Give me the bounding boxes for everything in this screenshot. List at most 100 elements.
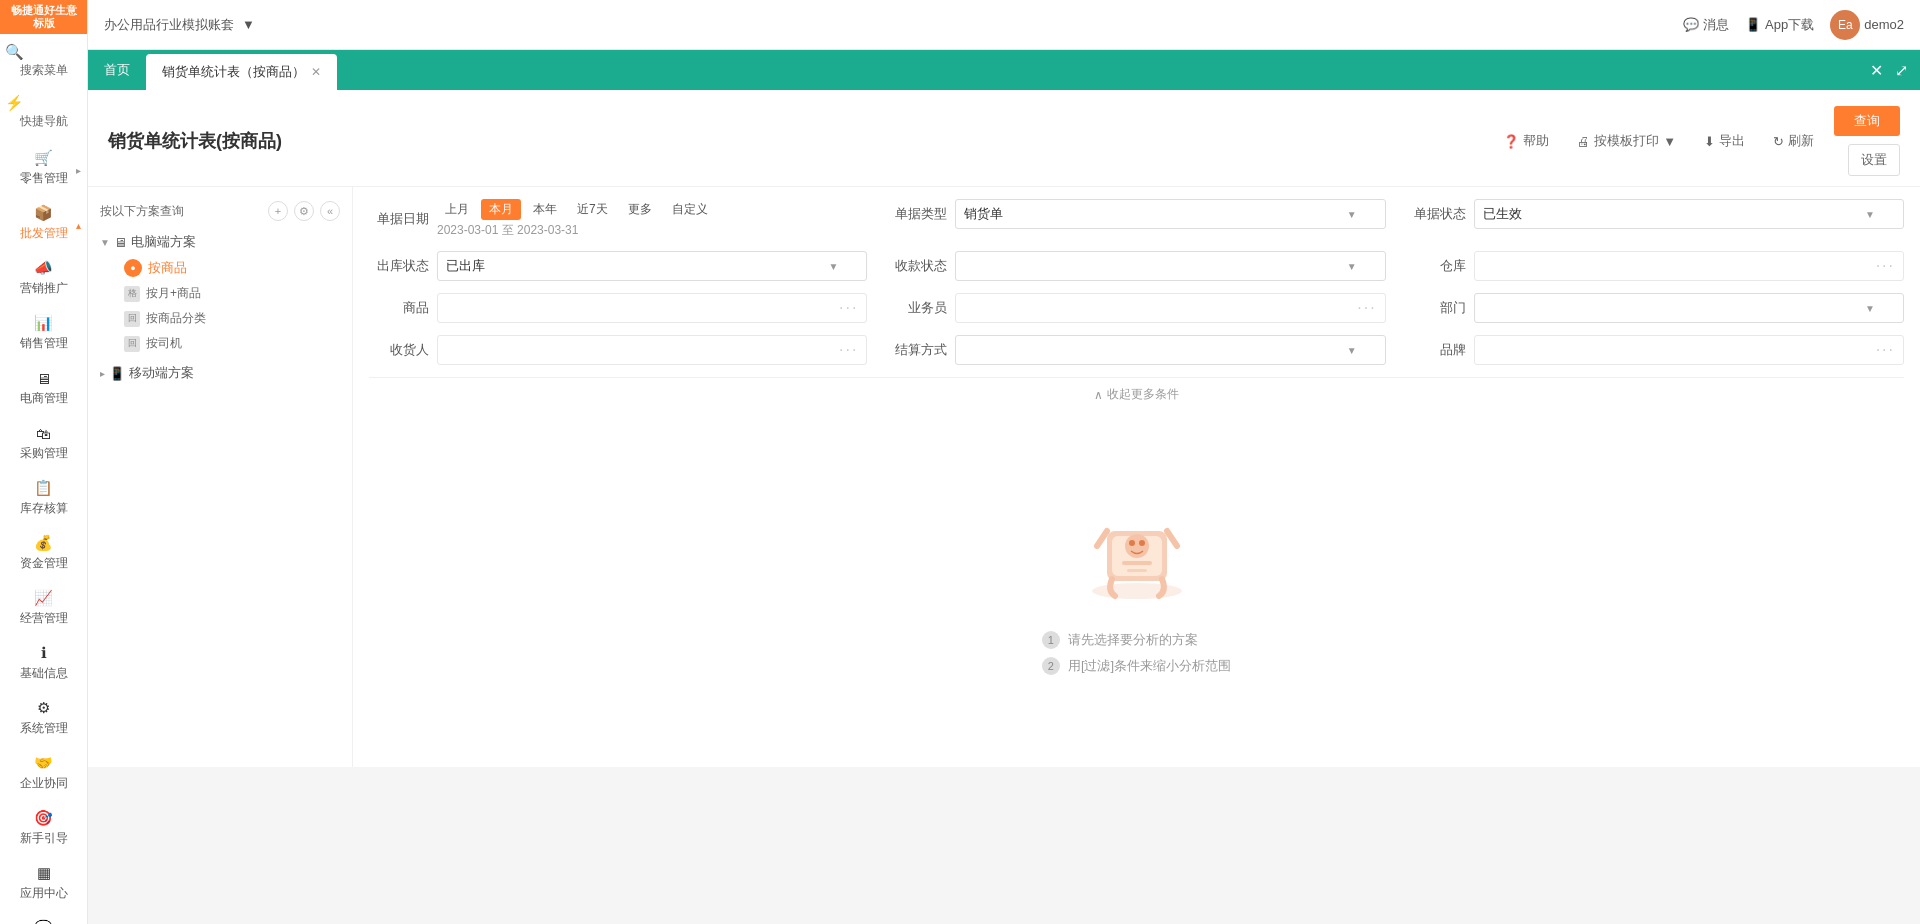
top-header: 办公用品行业模拟账套 ▼ 💬 消息 📱 App下载 Ea demo2 xyxy=(88,0,1920,50)
tab-close-window-btn[interactable]: ✕ xyxy=(1866,57,1887,84)
date-more[interactable]: 更多 xyxy=(620,199,660,220)
sidebar-item-finance[interactable]: 💰 资金管理 xyxy=(0,525,87,580)
department-select[interactable]: ▼ xyxy=(1474,293,1904,323)
print-label: 按模板打印 xyxy=(1594,132,1659,150)
quick-nav-item[interactable]: ⚡ 快捷导航 xyxy=(0,87,87,136)
breadcrumb: 办公用品行业模拟账套 ▼ xyxy=(104,16,255,34)
right-panel: 单据日期 上月 本月 本年 近7天 更多 自定义 20 xyxy=(353,187,1920,767)
salesperson-label: 业务员 xyxy=(887,299,947,317)
sidebar-item-basic-info[interactable]: ℹ 基础信息 xyxy=(0,635,87,690)
by-category-icon: 回 xyxy=(124,311,140,327)
sidebar-item-wechat[interactable]: 💬 企业微信 xyxy=(0,910,87,924)
pc-group-label: 电脑端方案 xyxy=(131,233,196,251)
mobile-group-label: 移动端方案 xyxy=(129,364,194,382)
svg-point-0 xyxy=(1092,583,1182,599)
sidebar-item-wholesale[interactable]: 📦 批发管理 ▴ xyxy=(0,195,87,250)
sidebar-item-system[interactable]: ⚙ 系统管理 xyxy=(0,690,87,745)
by-product-label: 按商品 xyxy=(148,259,187,277)
avatar: Ea xyxy=(1830,10,1860,40)
sidebar-item-ecommerce[interactable]: 🖥 电商管理 xyxy=(0,360,87,415)
collapse-up-icon: ∧ xyxy=(1094,388,1103,402)
date-this-year[interactable]: 本年 xyxy=(525,199,565,220)
sidebar-item-apps[interactable]: ▦ 应用中心 xyxy=(0,855,87,910)
print-btn[interactable]: 🖨 按模板打印 ▼ xyxy=(1569,128,1684,154)
username-label: demo2 xyxy=(1864,17,1904,32)
mobile-scheme-group[interactable]: ▸ 📱 移动端方案 xyxy=(88,360,352,386)
receive-status-select[interactable]: ▼ xyxy=(955,251,1385,281)
goods-dots: ··· xyxy=(839,299,858,317)
date-custom[interactable]: 自定义 xyxy=(664,199,716,220)
export-icon: ⬇ xyxy=(1704,134,1715,149)
query-button[interactable]: 查询 xyxy=(1834,106,1900,136)
warehouse-control: ··· xyxy=(1474,251,1904,281)
date-last-month[interactable]: 上月 xyxy=(437,199,477,220)
export-label: 导出 xyxy=(1719,132,1745,150)
sidebar-item-retail[interactable]: 🛒 零售管理 ▸ xyxy=(0,140,87,195)
sidebar-item-sales[interactable]: 📊 销售管理 xyxy=(0,305,87,360)
scheme-by-driver[interactable]: 回 按司机 xyxy=(88,331,352,356)
wholesale-icon: 📦 xyxy=(34,203,54,223)
content-area: 销货单统计表(按商品) ❓ 帮助 🖨 按模板打印 ▼ ⬇ 导出 xyxy=(88,90,1920,924)
refresh-icon: ↻ xyxy=(1773,134,1784,149)
date-last-7-days[interactable]: 近7天 xyxy=(569,199,616,220)
tab-sales-stats[interactable]: 销货单统计表（按商品） ✕ xyxy=(146,54,337,90)
scheme-by-product[interactable]: ● 按商品 xyxy=(88,255,352,281)
scheme-by-category[interactable]: 回 按商品分类 xyxy=(88,306,352,331)
tab-close-icon[interactable]: ✕ xyxy=(311,65,321,79)
warehouse-input[interactable]: ··· xyxy=(1474,251,1904,281)
brand-input[interactable]: ··· xyxy=(1474,335,1904,365)
pc-scheme-group[interactable]: ▼ 🖥 电脑端方案 xyxy=(88,229,352,255)
doc-status-control: 已生效 ▼ xyxy=(1474,199,1904,229)
quick-nav-label: 快捷导航 xyxy=(20,114,68,128)
doc-type-select[interactable]: 销货单 ▼ xyxy=(955,199,1385,229)
add-scheme-btn[interactable]: + xyxy=(268,201,288,221)
user-profile[interactable]: Ea demo2 xyxy=(1830,10,1904,40)
out-status-control: 已出库 ▼ xyxy=(437,251,867,281)
settlement-select[interactable]: ▼ xyxy=(955,335,1385,365)
filter-out-status: 出库状态 已出库 ▼ xyxy=(369,251,867,281)
tab-home[interactable]: 首页 xyxy=(88,50,146,90)
out-status-select[interactable]: 已出库 ▼ xyxy=(437,251,867,281)
date-this-month[interactable]: 本月 xyxy=(481,199,521,220)
breadcrumb-dropdown-icon[interactable]: ▼ xyxy=(242,17,255,32)
tab-expand-btn[interactable]: ⤢ xyxy=(1891,57,1912,84)
filter-goods: 商品 ··· xyxy=(369,293,867,323)
collapse-panel-btn[interactable]: « xyxy=(320,201,340,221)
tip-text-2: 用[过滤]条件来缩小分析范围 xyxy=(1068,657,1231,675)
scheme-by-month-product[interactable]: 格 按月+商品 xyxy=(88,281,352,306)
doc-status-label: 单据状态 xyxy=(1406,205,1466,223)
department-control: ▼ xyxy=(1474,293,1904,323)
settings-button[interactable]: 设置 xyxy=(1848,144,1900,176)
doc-status-select[interactable]: 已生效 ▼ xyxy=(1474,199,1904,229)
operations-icon: 📈 xyxy=(34,588,54,608)
collapse-filter-bar[interactable]: ∧ 收起更多条件 xyxy=(369,377,1904,411)
sidebar-item-guide[interactable]: 🎯 新手引导 xyxy=(0,800,87,855)
refresh-btn[interactable]: ↻ 刷新 xyxy=(1765,128,1822,154)
scheme-settings-btn[interactable]: ⚙ xyxy=(294,201,314,221)
guide-icon: 🎯 xyxy=(34,808,54,828)
guide-label: 新手引导 xyxy=(20,830,68,847)
sidebar-item-marketing[interactable]: 📣 营销推广 xyxy=(0,250,87,305)
goods-control: ··· xyxy=(437,293,867,323)
sidebar-item-operations[interactable]: 📈 经营管理 xyxy=(0,580,87,635)
filter-row-4: 收货人 ··· 结算方式 xyxy=(369,335,1904,365)
department-caret: ▼ xyxy=(1865,303,1875,314)
settlement-caret: ▼ xyxy=(1347,345,1357,356)
system-label: 系统管理 xyxy=(20,720,68,737)
receiver-label: 收货人 xyxy=(369,341,429,359)
ecommerce-icon: 🖥 xyxy=(34,368,54,388)
message-btn[interactable]: 💬 消息 xyxy=(1683,16,1729,34)
app-download-btn[interactable]: 📱 App下载 xyxy=(1745,16,1814,34)
filter-settlement: 结算方式 ▼ xyxy=(887,335,1385,365)
sidebar-item-purchase[interactable]: 🛍 采购管理 xyxy=(0,415,87,470)
goods-input[interactable]: ··· xyxy=(437,293,867,323)
receiver-input[interactable]: ··· xyxy=(437,335,867,365)
marketing-label: 营销推广 xyxy=(20,280,68,297)
help-btn[interactable]: ❓ 帮助 xyxy=(1495,128,1557,154)
sidebar-search-item[interactable]: 🔍 搜索菜单 xyxy=(0,34,87,87)
empty-tip-2: 2 用[过滤]条件来缩小分析范围 xyxy=(1042,657,1231,675)
salesperson-input[interactable]: ··· xyxy=(955,293,1385,323)
sidebar-item-inventory[interactable]: 📋 库存核算 xyxy=(0,470,87,525)
sidebar-item-enterprise[interactable]: 🤝 企业协同 xyxy=(0,745,87,800)
export-btn[interactable]: ⬇ 导出 xyxy=(1696,128,1753,154)
